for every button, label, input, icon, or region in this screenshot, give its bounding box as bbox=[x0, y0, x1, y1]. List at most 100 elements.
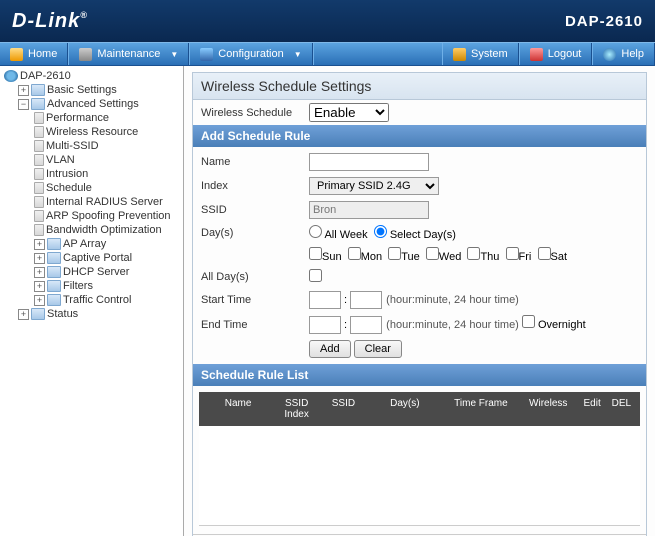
table-header: Name SSID Index SSID Day(s) Time Frame W… bbox=[199, 392, 640, 426]
tree-status[interactable]: +Status bbox=[16, 307, 181, 321]
tree-wireless-resource[interactable]: Wireless Resource bbox=[32, 125, 181, 139]
file-icon bbox=[34, 112, 44, 124]
tree-vlan[interactable]: VLAN bbox=[32, 153, 181, 167]
day-wed-checkbox[interactable]: Wed bbox=[426, 251, 461, 263]
file-icon bbox=[34, 182, 44, 194]
tree-arp[interactable]: ARP Spoofing Prevention bbox=[32, 209, 181, 223]
expand-icon[interactable]: + bbox=[18, 85, 29, 96]
expand-icon[interactable]: + bbox=[34, 281, 45, 292]
start-hour-input[interactable] bbox=[309, 291, 341, 309]
file-icon bbox=[34, 126, 44, 138]
tree-radius[interactable]: Internal RADIUS Server bbox=[32, 195, 181, 209]
all-days-checkbox[interactable] bbox=[309, 269, 322, 282]
rule-list-header: Schedule Rule List bbox=[193, 364, 646, 386]
tree-schedule[interactable]: Schedule bbox=[32, 181, 181, 195]
start-minute-input[interactable] bbox=[350, 291, 382, 309]
menu-home[interactable]: Home bbox=[0, 43, 68, 65]
expand-icon[interactable]: + bbox=[34, 239, 45, 250]
start-time-label: Start Time bbox=[201, 294, 309, 306]
add-button[interactable]: Add bbox=[309, 340, 351, 358]
help-icon bbox=[603, 48, 616, 61]
tree-basic-settings[interactable]: +Basic Settings bbox=[16, 83, 181, 97]
day-sat-checkbox[interactable]: Sat bbox=[538, 251, 568, 263]
ssid-label: SSID bbox=[201, 204, 309, 216]
col-edit: Edit bbox=[577, 398, 606, 420]
menu-help[interactable]: Help bbox=[592, 43, 655, 65]
file-icon bbox=[34, 210, 44, 222]
rule-list-body bbox=[199, 426, 640, 526]
chevron-down-icon: ▼ bbox=[170, 50, 178, 59]
chevron-down-icon: ▼ bbox=[294, 50, 302, 59]
time-hint: (hour:minute, 24 hour time) bbox=[386, 294, 519, 306]
menu-maintenance[interactable]: Maintenance▼ bbox=[68, 43, 189, 65]
menu-system[interactable]: System bbox=[442, 43, 519, 65]
tree-advanced-settings[interactable]: −Advanced Settings bbox=[16, 97, 181, 111]
col-days: Day(s) bbox=[367, 398, 443, 420]
day-sun-checkbox[interactable]: Sun bbox=[309, 251, 342, 263]
day-tue-checkbox[interactable]: Tue bbox=[388, 251, 420, 263]
col-ssid: SSID bbox=[320, 398, 367, 420]
expand-icon[interactable]: + bbox=[34, 295, 45, 306]
folder-icon bbox=[31, 98, 45, 110]
tree-performance[interactable]: Performance bbox=[32, 111, 181, 125]
tools-icon bbox=[79, 48, 92, 61]
col-name: Name bbox=[203, 398, 273, 420]
all-days-label: All Day(s) bbox=[201, 271, 309, 283]
folder-icon bbox=[47, 238, 61, 250]
expand-icon[interactable]: + bbox=[34, 253, 45, 264]
disk-icon bbox=[200, 48, 213, 61]
name-label: Name bbox=[201, 156, 309, 168]
ssid-input[interactable] bbox=[309, 201, 429, 219]
name-input[interactable] bbox=[309, 153, 429, 171]
tree-multi-ssid[interactable]: Multi-SSID bbox=[32, 139, 181, 153]
logout-icon bbox=[530, 48, 543, 61]
folder-icon bbox=[47, 294, 61, 306]
wireless-schedule-select[interactable]: Enable bbox=[309, 103, 389, 122]
tree-root[interactable]: DAP-2610 bbox=[2, 69, 181, 83]
wireless-schedule-label: Wireless Schedule bbox=[201, 107, 309, 119]
file-icon bbox=[34, 140, 44, 152]
index-select[interactable]: Primary SSID 2.4G bbox=[309, 177, 439, 195]
folder-icon bbox=[47, 266, 61, 278]
tree-dhcp[interactable]: +DHCP Server bbox=[32, 265, 181, 279]
tree-captive-portal[interactable]: +Captive Portal bbox=[32, 251, 181, 265]
nav-tree: DAP-2610 +Basic Settings −Advanced Setti… bbox=[0, 66, 184, 536]
tree-ap-array[interactable]: +AP Array bbox=[32, 237, 181, 251]
file-icon bbox=[34, 224, 44, 236]
col-ssid-index: SSID Index bbox=[273, 398, 320, 420]
file-icon bbox=[34, 154, 44, 166]
time-hint: (hour:minute, 24 hour time) bbox=[386, 319, 519, 331]
end-time-label: End Time bbox=[201, 319, 309, 331]
tree-traffic[interactable]: +Traffic Control bbox=[32, 293, 181, 307]
day-mon-checkbox[interactable]: Mon bbox=[348, 251, 382, 263]
all-week-radio[interactable]: All Week bbox=[309, 229, 368, 241]
select-days-radio[interactable]: Select Day(s) bbox=[374, 229, 456, 241]
menu-configuration[interactable]: Configuration▼ bbox=[189, 43, 312, 65]
overnight-checkbox[interactable]: Overnight bbox=[522, 319, 586, 331]
menu-bar: Home Maintenance▼ Configuration▼ System … bbox=[0, 42, 655, 66]
col-wireless: Wireless bbox=[519, 398, 578, 420]
end-minute-input[interactable] bbox=[350, 316, 382, 334]
clear-button[interactable]: Clear bbox=[354, 340, 402, 358]
tree-bandwidth[interactable]: Bandwidth Optimization bbox=[32, 223, 181, 237]
globe-icon bbox=[4, 70, 18, 82]
menu-logout[interactable]: Logout bbox=[519, 43, 593, 65]
file-icon bbox=[34, 196, 44, 208]
header-bar: D-Link® DAP-2610 bbox=[0, 0, 655, 42]
expand-icon[interactable]: + bbox=[18, 309, 29, 320]
col-del: DEL bbox=[607, 398, 636, 420]
collapse-icon[interactable]: − bbox=[18, 99, 29, 110]
expand-icon[interactable]: + bbox=[34, 267, 45, 278]
day-fri-checkbox[interactable]: Fri bbox=[506, 251, 532, 263]
home-icon bbox=[10, 48, 23, 61]
tree-intrusion[interactable]: Intrusion bbox=[32, 167, 181, 181]
end-hour-input[interactable] bbox=[309, 316, 341, 334]
folder-icon bbox=[31, 308, 45, 320]
add-rule-header: Add Schedule Rule bbox=[193, 125, 646, 147]
model-label: DAP-2610 bbox=[565, 13, 643, 30]
brand-logo: D-Link® bbox=[12, 10, 88, 33]
tree-filters[interactable]: +Filters bbox=[32, 279, 181, 293]
folder-icon bbox=[47, 252, 61, 264]
day-thu-checkbox[interactable]: Thu bbox=[467, 251, 499, 263]
file-icon bbox=[34, 168, 44, 180]
